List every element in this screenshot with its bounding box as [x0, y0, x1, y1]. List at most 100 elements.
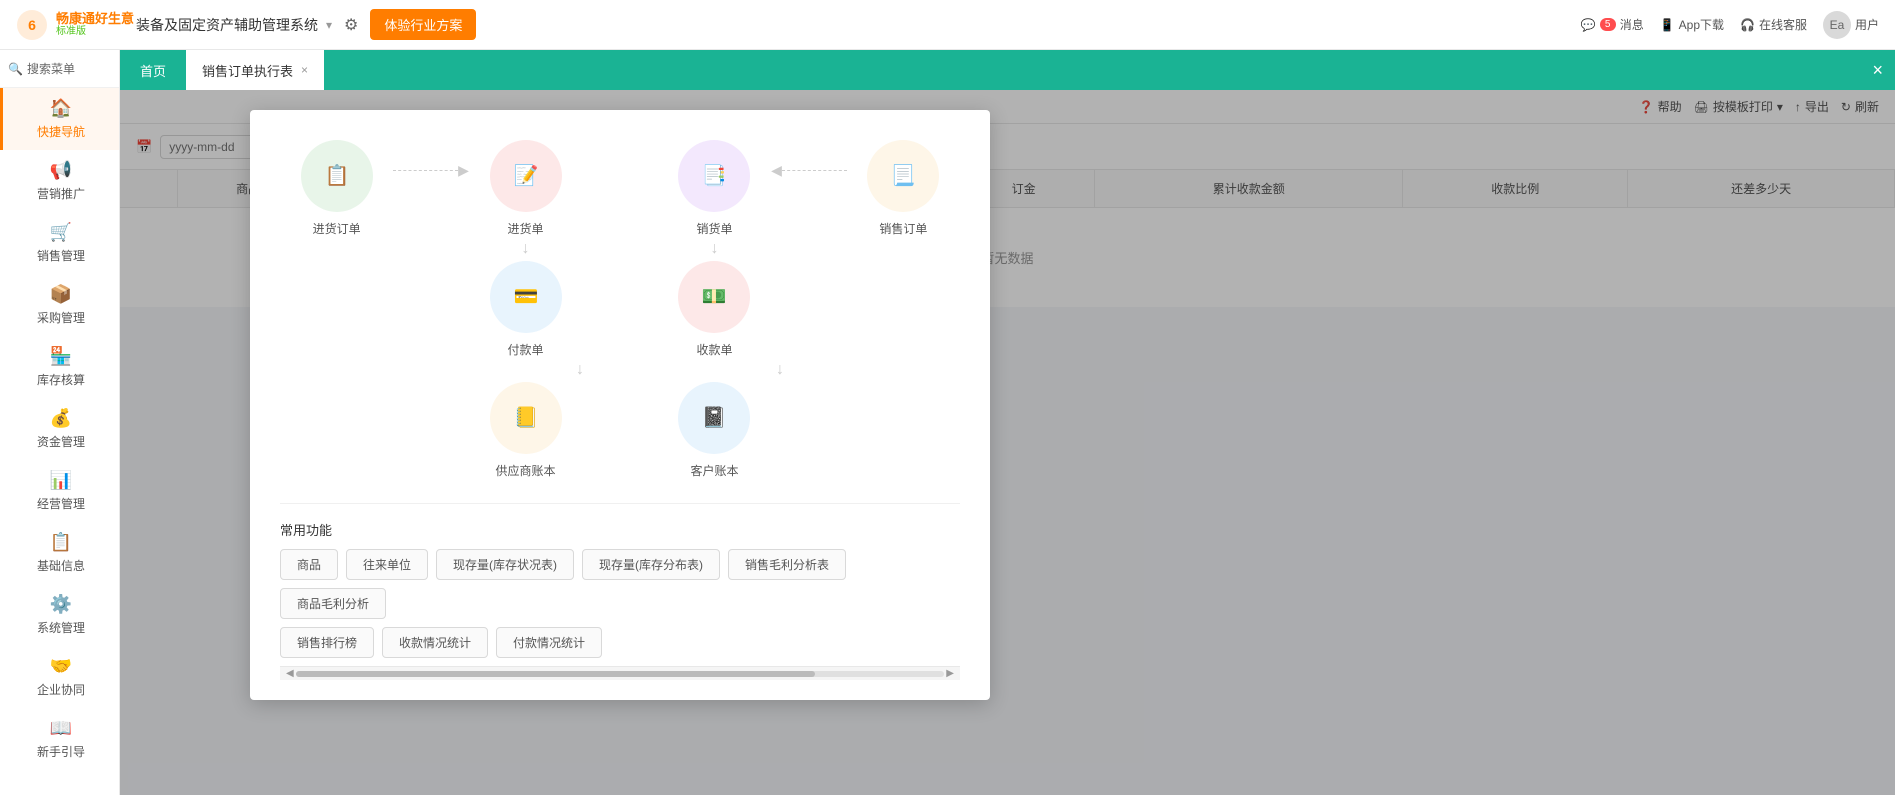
spacer-right	[847, 237, 960, 261]
sales-bill-circle: 📑	[678, 140, 750, 212]
online-service-label: 在线客服	[1759, 16, 1807, 33]
flow-node-sales-order[interactable]: 📃 销售订单	[847, 140, 960, 237]
common-btn-sales-rank[interactable]: 销售排行榜	[280, 627, 374, 658]
user-action[interactable]: Ea 用户	[1823, 11, 1879, 39]
common-btn-stock-dist[interactable]: 现存量(库存分布表)	[582, 549, 720, 580]
settings-gear-button[interactable]: ⚙	[340, 11, 362, 39]
receipt-label: 收款单	[696, 341, 732, 358]
purchase-order-circle: 📋	[301, 140, 373, 212]
sidebar-label-marketing: 营销推广	[37, 185, 85, 202]
purchase-bill-circle: 📝	[490, 140, 562, 212]
sidebar-item-purchase[interactable]: 📦 采购管理	[0, 274, 119, 336]
sidebar-item-enterprise[interactable]: 🤝 企业协同	[0, 646, 119, 708]
flow-v-arrow-purchase: ↓	[469, 237, 582, 261]
system-icon: ⚙️	[50, 594, 72, 615]
common-btn-contacts[interactable]: 往来单位	[346, 549, 428, 580]
top-header: 6 畅康通好生意 标准版 装备及固定资产辅助管理系统 ▾ ⚙ 体验行业方案 💬 …	[0, 0, 1895, 50]
common-btn-goods[interactable]: 商品	[280, 549, 338, 580]
system-arrow-icon[interactable]: ▾	[326, 18, 332, 32]
sidebar-item-finance[interactable]: 💰 资金管理	[0, 398, 119, 460]
flow-node-receipt[interactable]: 💵 收款单	[658, 261, 771, 358]
avatar-text: Ea	[1830, 18, 1845, 32]
scroll-right-arrow[interactable]: ▶	[944, 668, 956, 679]
common-btn-payment-stats[interactable]: 付款情况统计	[496, 627, 602, 658]
logo-main-text: 畅康通好生意	[56, 11, 134, 27]
flow-v-arrows-row2: ↓ ↓	[280, 358, 960, 382]
flow-diagram: 📋 进货订单 ▶ 📝	[280, 140, 960, 479]
flow-v-arrow-payment: ↓	[520, 358, 640, 382]
flow-node-purchase-bill[interactable]: 📝 进货单	[469, 140, 582, 237]
common-section-title: 常用功能	[280, 520, 960, 539]
main-layout: 🔍 搜索菜单 🏠 快捷导航 📢 营销推广 🛒 销售管理 📦 采购管理 🏪 库存核…	[0, 50, 1895, 795]
sidebar-item-system[interactable]: ⚙️ 系统管理	[0, 584, 119, 646]
tab-home[interactable]: 首页	[120, 50, 186, 90]
common-btn-receipt-stats[interactable]: 收款情况统计	[382, 627, 488, 658]
enterprise-icon: 🤝	[50, 656, 72, 677]
svg-text:📋: 📋	[324, 163, 349, 187]
tab-close-all-button[interactable]: ×	[1860, 60, 1895, 81]
sidebar-item-basic[interactable]: 📋 基础信息	[0, 522, 119, 584]
sidebar-item-newbie[interactable]: 📖 新手引导	[0, 708, 119, 770]
modal-scroll-bar[interactable]: ◀ ▶	[280, 666, 960, 680]
scroll-left-arrow[interactable]: ◀	[284, 668, 296, 679]
svg-text:6: 6	[28, 17, 36, 33]
payment-circle: 💳	[490, 261, 562, 333]
message-badge: 5	[1600, 18, 1616, 31]
tab-close-icon[interactable]: ×	[301, 63, 308, 77]
scroll-thumb	[296, 671, 815, 677]
sidebar-item-business[interactable]: 📊 经营管理	[0, 460, 119, 522]
tab-bar: 首页 销售订单执行表 × ×	[120, 50, 1895, 90]
common-btn-sales-profit[interactable]: 销售毛利分析表	[728, 549, 846, 580]
header-right: 💬 5 消息 📱 App下载 🎧 在线客服 Ea 用户	[1581, 11, 1879, 39]
app-download-action[interactable]: 📱 App下载	[1660, 16, 1724, 33]
spacer-arrow-h2	[771, 237, 847, 261]
sales-icon: 🛒	[50, 222, 72, 243]
svg-text:📒: 📒	[513, 406, 538, 429]
sidebar-item-marketing[interactable]: 📢 营销推广	[0, 150, 119, 212]
search-icon: 🔍	[8, 62, 23, 76]
message-action[interactable]: 💬 5 消息	[1581, 16, 1644, 33]
flow-arrow-h2: ◀	[771, 162, 847, 179]
content-area: 首页 销售订单执行表 × × ❓ 帮助 🖨 按模板打印 ▾	[120, 50, 1895, 795]
sidebar-item-inventory[interactable]: 🏪 库存核算	[0, 336, 119, 398]
flow-v-arrows-row: ↓ ↓	[280, 237, 960, 261]
flow-node-supplier-ledger[interactable]: 📒 供应商账本	[469, 382, 582, 479]
newbie-icon: 📖	[50, 718, 72, 739]
sidebar-search-area: 🔍 搜索菜单	[0, 50, 119, 88]
flow-row-3: 📒 供应商账本 📓 客户账本	[280, 382, 960, 479]
flow-node-sales-bill[interactable]: 📑 销货单	[658, 140, 771, 237]
payment-label: 付款单	[508, 341, 544, 358]
sidebar-search-button[interactable]: 🔍 搜索菜单	[8, 60, 111, 77]
flow-row-1: 📋 进货订单 ▶ 📝	[280, 140, 960, 237]
sidebar-label-basic: 基础信息	[37, 557, 85, 574]
purchase-icon: 📦	[50, 284, 72, 305]
trial-button[interactable]: 体验行业方案	[370, 9, 476, 40]
scroll-track[interactable]	[296, 671, 945, 677]
flow-node-payment[interactable]: 💳 付款单	[469, 261, 582, 358]
sidebar: 🔍 搜索菜单 🏠 快捷导航 📢 营销推广 🛒 销售管理 📦 采购管理 🏪 库存核…	[0, 50, 120, 795]
v-arrow-payment-icon: ↓	[576, 358, 584, 382]
online-service-action[interactable]: 🎧 在线客服	[1740, 16, 1807, 33]
tab-sales-order[interactable]: 销售订单执行表 ×	[186, 50, 324, 90]
sidebar-item-sales[interactable]: 🛒 销售管理	[0, 212, 119, 274]
phone-icon: 📱	[1660, 18, 1675, 32]
common-btn-goods-profit[interactable]: 商品毛利分析	[280, 588, 386, 619]
sidebar-label-finance: 资金管理	[37, 433, 85, 450]
page-content: ❓ 帮助 🖨 按模板打印 ▾ ↑ 导出 ↻ 刷新 �	[120, 90, 1895, 795]
common-buttons-row2: 销售排行榜 收款情况统计 付款情况统计	[280, 627, 960, 658]
headset-icon: 🎧	[1740, 18, 1755, 32]
spacer-gap	[582, 237, 658, 261]
inventory-icon: 🏪	[50, 346, 72, 367]
svg-text:📝: 📝	[513, 163, 538, 187]
message-icon: 💬	[1581, 18, 1596, 32]
flow-row-2: 💳 付款单 💵 收款单	[280, 261, 960, 358]
supplier-ledger-circle: 📒	[490, 382, 562, 454]
flow-node-customer-ledger[interactable]: 📓 客户账本	[658, 382, 771, 479]
sales-bill-label: 销货单	[696, 220, 732, 237]
svg-text:📃: 📃	[891, 163, 916, 187]
marketing-icon: 📢	[50, 160, 72, 181]
common-btn-stock-status[interactable]: 现存量(库存状况表)	[436, 549, 574, 580]
system-name-label: 装备及固定资产辅助管理系统	[136, 15, 318, 35]
sidebar-item-quick-nav[interactable]: 🏠 快捷导航	[0, 88, 119, 150]
flow-node-purchase-order[interactable]: 📋 进货订单	[280, 140, 393, 237]
